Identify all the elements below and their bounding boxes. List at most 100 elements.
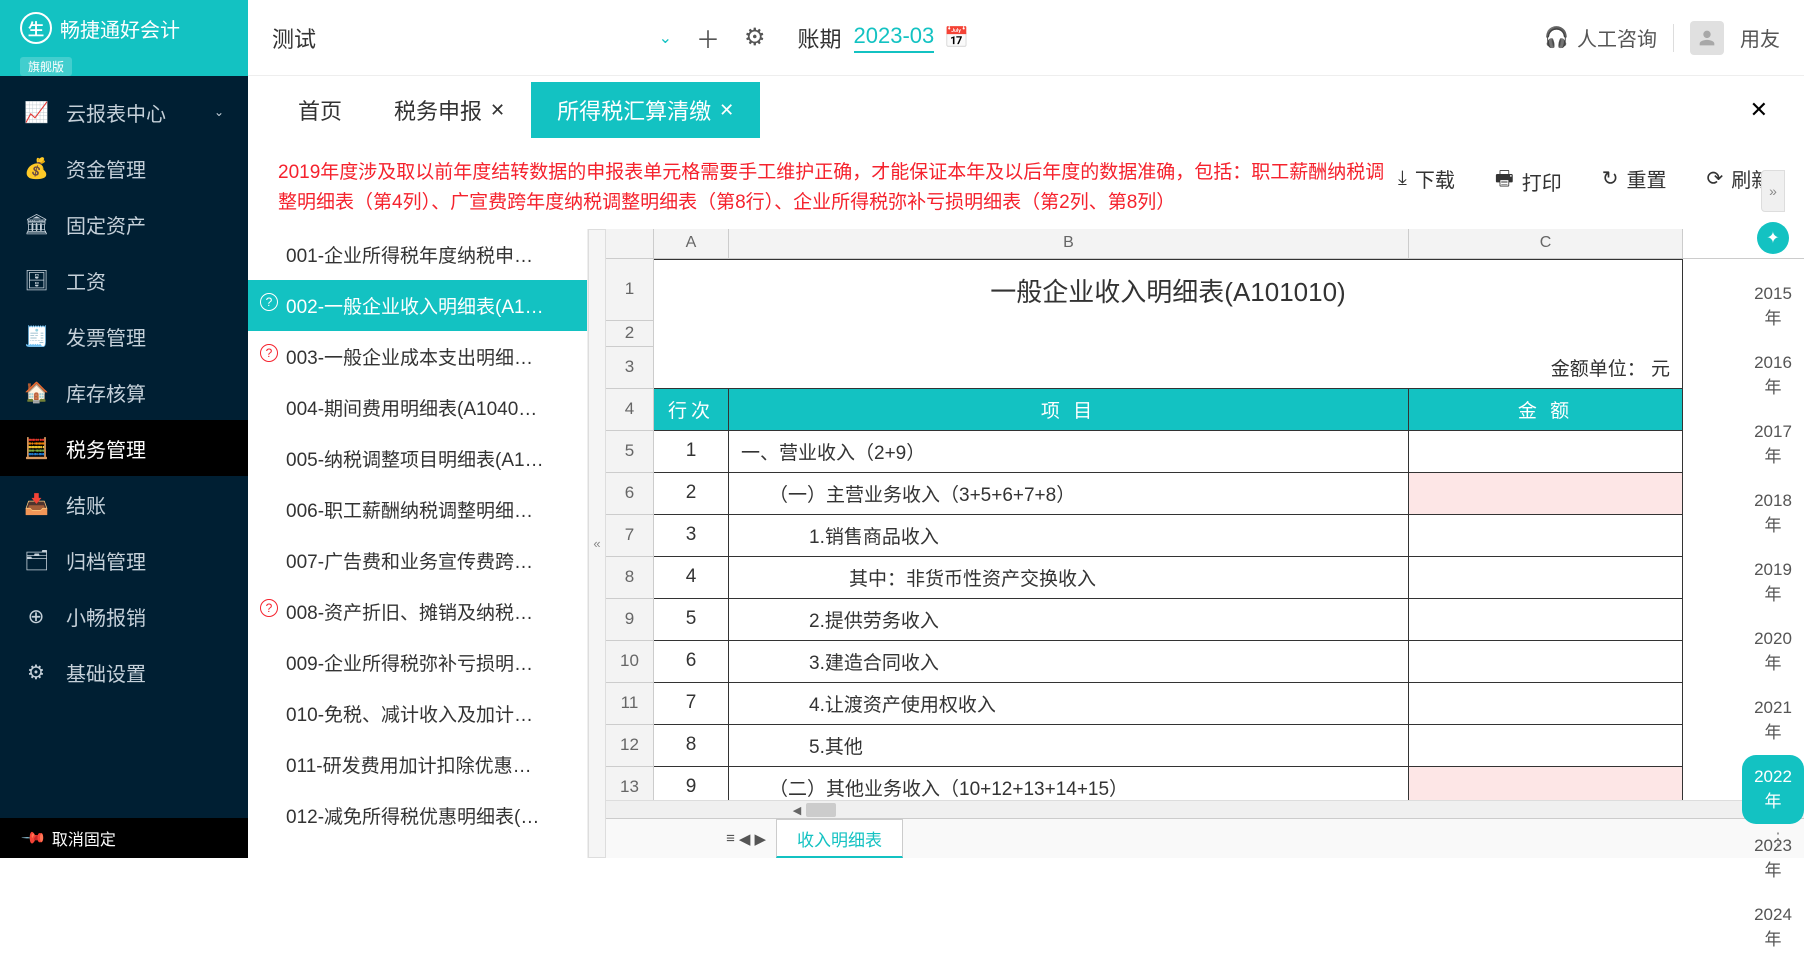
form-list-item[interactable]: 006-职工薪酬纳税调整明细… xyxy=(248,484,587,535)
year-item[interactable]: 2024年 xyxy=(1742,893,1804,962)
tab[interactable]: 税务申报✕ xyxy=(368,82,531,138)
year-item[interactable]: 2021年 xyxy=(1742,686,1804,755)
year-item[interactable]: 2020年 xyxy=(1742,617,1804,686)
year-item[interactable]: 2022年 xyxy=(1742,755,1804,824)
cell[interactable] xyxy=(1409,767,1683,800)
row-header[interactable]: 7 xyxy=(606,515,654,557)
cell[interactable] xyxy=(1409,725,1683,767)
sheet-nav-controls[interactable]: ≡ ◀ ▶ xyxy=(606,819,776,858)
form-list-item[interactable]: 005-纳税调整项目明细表(A1… xyxy=(248,433,587,484)
cell[interactable]: 6 xyxy=(654,641,729,683)
cell[interactable] xyxy=(1409,473,1683,515)
nav-item[interactable]: 🧮税务管理 xyxy=(0,420,248,476)
row-header[interactable]: 4 xyxy=(606,389,654,431)
horizontal-scrollbar[interactable]: ◀ ▶ xyxy=(606,800,1804,818)
nav-item[interactable]: 📈云报表中心⌄ xyxy=(0,84,248,140)
nav-item[interactable]: 🏠库存核算 xyxy=(0,364,248,420)
period-value[interactable]: 2023-03 xyxy=(854,23,935,53)
cell[interactable] xyxy=(1409,683,1683,725)
cell[interactable] xyxy=(1409,641,1683,683)
cell[interactable]: 3.建造合同收入 xyxy=(729,641,1409,683)
form-list-item[interactable]: ?003-一般企业成本支出明细… xyxy=(248,331,587,382)
cell[interactable]: 7 xyxy=(654,683,729,725)
pin-toggle[interactable]: 📌 取消固定 xyxy=(0,818,248,858)
cell[interactable] xyxy=(1409,515,1683,557)
year-expand[interactable]: » xyxy=(1761,170,1785,212)
calendar-icon[interactable]: 📅 xyxy=(944,25,969,50)
cell[interactable]: 2 xyxy=(654,473,729,515)
cell[interactable]: （二）其他业务收入（10+12+13+14+15） xyxy=(729,767,1409,800)
sheet-tab[interactable]: 收入明细表 xyxy=(776,819,903,858)
form-list-item[interactable]: 010-免税、减计收入及加计… xyxy=(248,688,587,739)
cell[interactable]: 4 xyxy=(654,557,729,599)
form-list-item[interactable]: 011-研发费用加计扣除优惠… xyxy=(248,739,587,790)
form-list-item[interactable]: ?002-一般企业收入明细表(A1… xyxy=(248,280,587,331)
row-header[interactable]: 8 xyxy=(606,557,654,599)
row-header[interactable]: 13 xyxy=(606,767,654,800)
row-header[interactable]: 1 xyxy=(606,259,654,321)
cell[interactable]: 其中：非货币性资产交换收入 xyxy=(729,557,1409,599)
tab[interactable]: 所得税汇算清缴✕ xyxy=(531,82,760,138)
year-badge-icon[interactable]: ✦ xyxy=(1757,222,1789,254)
cell[interactable] xyxy=(1409,557,1683,599)
grid[interactable]: 1一般企业收入明细表(A101010)23金额单位： 元4行次项 目金 额51一… xyxy=(606,259,1804,800)
cell[interactable]: （一）主营业务收入（3+5+6+7+8） xyxy=(729,473,1409,515)
cell[interactable]: 8 xyxy=(654,725,729,767)
row-header[interactable]: 5 xyxy=(606,431,654,473)
year-item[interactable]: 2018年 xyxy=(1742,479,1804,548)
form-list-item[interactable]: ?008-资产折旧、摊销及纳税… xyxy=(248,586,587,637)
close-all-tabs[interactable]: ✕ xyxy=(1738,82,1780,138)
row-header[interactable]: 12 xyxy=(606,725,654,767)
settings-icon[interactable]: ⚙ xyxy=(744,23,766,52)
download-button[interactable]: ⤓下载 xyxy=(1398,164,1455,193)
support-link[interactable]: 🎧 人工咨询 xyxy=(1544,23,1657,52)
row-header[interactable]: 10 xyxy=(606,641,654,683)
add-button[interactable]: ＋ xyxy=(696,20,720,55)
col-header[interactable]: C xyxy=(1409,229,1683,258)
nav-item[interactable]: 💰资金管理 xyxy=(0,140,248,196)
nav-item[interactable]: 🧾发票管理 xyxy=(0,308,248,364)
row-header[interactable]: 9 xyxy=(606,599,654,641)
collapse-handle[interactable]: « xyxy=(588,229,606,858)
year-item[interactable]: 2019年 xyxy=(1742,548,1804,617)
cell[interactable]: 1.销售商品收入 xyxy=(729,515,1409,557)
nav-item[interactable]: ⚙基础设置 xyxy=(0,644,248,700)
scroll-left-icon[interactable]: ◀ xyxy=(788,801,806,819)
row-header[interactable]: 3 xyxy=(606,347,654,389)
col-header[interactable]: B xyxy=(729,229,1409,258)
cell[interactable]: 2.提供劳务收入 xyxy=(729,599,1409,641)
year-item[interactable]: 2017年 xyxy=(1742,410,1804,479)
avatar[interactable] xyxy=(1690,21,1724,55)
cell[interactable]: 一、营业收入（2+9） xyxy=(729,431,1409,473)
nav-item[interactable]: 🗄工资 xyxy=(0,252,248,308)
form-list-item[interactable]: 007-广告费和业务宣传费跨… xyxy=(248,535,587,586)
reset-button[interactable]: ↻重置 xyxy=(1602,164,1667,193)
nav-item[interactable]: ⊕小畅报销 xyxy=(0,588,248,644)
year-item[interactable]: 2016年 xyxy=(1742,341,1804,410)
cell[interactable]: 3 xyxy=(654,515,729,557)
row-header[interactable]: 11 xyxy=(606,683,654,725)
cell[interactable] xyxy=(1409,599,1683,641)
cell[interactable]: 4.让渡资产使用权收入 xyxy=(729,683,1409,725)
year-item[interactable]: 2015年 xyxy=(1742,272,1804,341)
nav-item[interactable]: 📥结账 xyxy=(0,476,248,532)
form-list-item[interactable]: 012-减免所得税优惠明细表(… xyxy=(248,790,587,841)
form-list-item[interactable]: 001-企业所得税年度纳税申… xyxy=(248,229,587,280)
row-header[interactable]: 6 xyxy=(606,473,654,515)
form-list-item[interactable]: 009-企业所得税弥补亏损明… xyxy=(248,637,587,688)
year-item[interactable]: 2023年 xyxy=(1742,824,1804,893)
print-button[interactable]: 🖶打印 xyxy=(1495,164,1562,198)
close-icon[interactable]: ✕ xyxy=(719,100,734,121)
nav-item[interactable]: 🗂归档管理 xyxy=(0,532,248,588)
col-header[interactable]: A xyxy=(654,229,729,258)
cell[interactable]: 9 xyxy=(654,767,729,800)
close-icon[interactable]: ✕ xyxy=(490,100,505,121)
form-list-item[interactable]: 004-期间费用明细表(A1040… xyxy=(248,382,587,433)
tenant-select[interactable]: 测试 ⌄ xyxy=(272,22,672,54)
tab[interactable]: 首页 xyxy=(272,82,368,138)
cell[interactable]: 1 xyxy=(654,431,729,473)
row-header[interactable]: 2 xyxy=(606,321,654,347)
nav-item[interactable]: 🏛固定资产 xyxy=(0,196,248,252)
scroll-thumb[interactable] xyxy=(806,803,836,817)
cell[interactable]: 5 xyxy=(654,599,729,641)
